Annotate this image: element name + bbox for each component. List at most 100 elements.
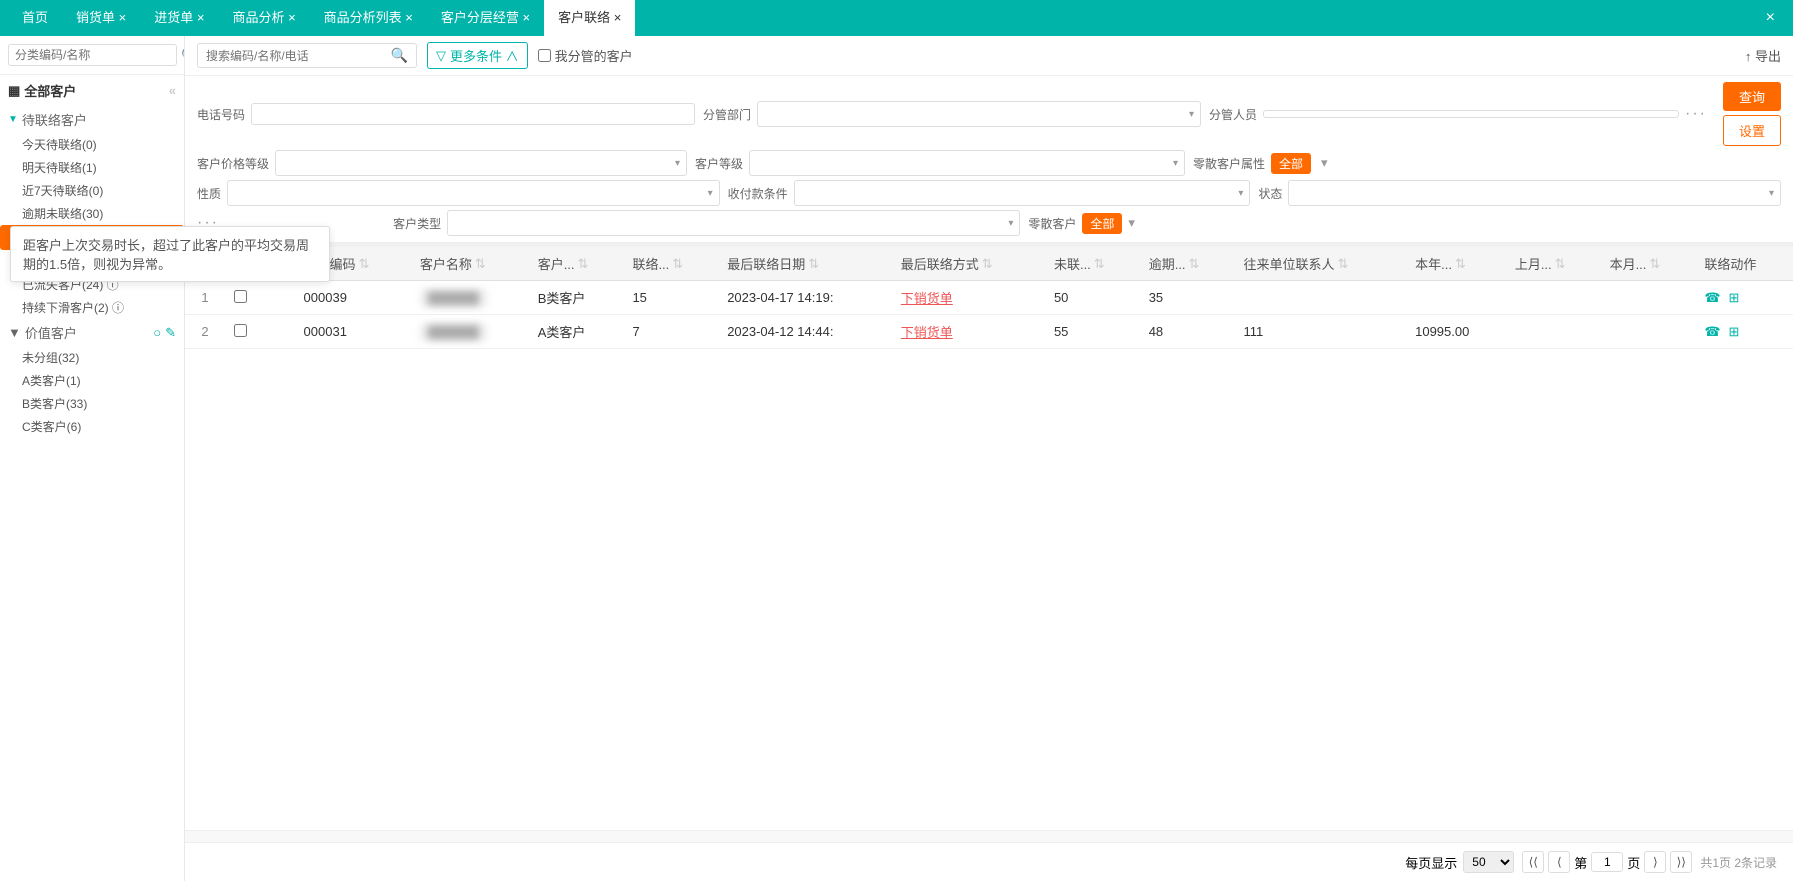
more-icon-1[interactable]: ⊞: [1729, 290, 1740, 306]
method-link-1[interactable]: 下销货单: [901, 291, 953, 306]
sidebar-group-pending[interactable]: ▼ 待联络客户: [0, 106, 184, 133]
filter-dept-select[interactable]: ▾: [757, 101, 1201, 127]
filter-phone-input[interactable]: [251, 103, 695, 125]
filter-person-input[interactable]: [1263, 110, 1679, 118]
scatter-attr-all[interactable]: 全部: [1271, 153, 1311, 174]
method-link-2[interactable]: 下销货单: [901, 325, 953, 340]
sort-icon-7: ⇅: [1094, 256, 1105, 272]
page-number-input[interactable]: [1591, 852, 1623, 872]
sidebar-item-class-b[interactable]: B类客户(33): [0, 392, 184, 415]
filter-nature-label: 性质: [197, 185, 221, 202]
row-unreached-2: 55: [1046, 315, 1141, 349]
query-button[interactable]: 查询: [1723, 82, 1781, 111]
row-contact-2: 7: [624, 315, 719, 349]
scatter-cust-all[interactable]: 全部: [1082, 213, 1122, 234]
my-customer-checkbox[interactable]: [538, 49, 551, 62]
sidebar-item-ungrouped[interactable]: 未分组(32): [0, 346, 184, 369]
sidebar-item-today[interactable]: 今天待联络(0): [0, 133, 184, 156]
nav-product-analysis[interactable]: 商品分析 ×: [218, 0, 309, 36]
nav-product-list[interactable]: 商品分析列表 ×: [310, 0, 427, 36]
edit-icon[interactable]: ✎: [165, 325, 176, 341]
row-type-2: A类客户: [530, 315, 625, 349]
filter-dots[interactable]: ···: [1685, 105, 1707, 123]
row-checkbox-2[interactable]: [234, 324, 247, 337]
sidebar-item-declining[interactable]: 持续下滑客户(2) ⓘ: [0, 296, 184, 319]
table-row: 1 000039 ██████ B类客户 15 2023-04-17 14:19…: [185, 281, 1793, 315]
sidebar-item-tomorrow[interactable]: 明天待联络(1): [0, 156, 184, 179]
next-page-button[interactable]: ⟩: [1644, 851, 1666, 873]
th-overdue[interactable]: 逾期...⇅: [1141, 247, 1236, 281]
contact-icon-2[interactable]: ☎: [1704, 324, 1720, 340]
row-overdue-2: 48: [1141, 315, 1236, 349]
th-contact[interactable]: 联络...⇅: [624, 247, 719, 281]
action-buttons: 查询 设置: [1723, 82, 1781, 146]
th-type[interactable]: 客户...⇅: [530, 247, 625, 281]
search-input[interactable]: [206, 49, 391, 63]
prev-page-button[interactable]: ⟨: [1548, 851, 1570, 873]
first-page-button[interactable]: ⟨⟨: [1522, 851, 1544, 873]
sort-icon-5: ⇅: [808, 256, 819, 272]
th-this-year[interactable]: 本年...⇅: [1407, 247, 1507, 281]
last-page-button[interactable]: ⟩⟩: [1670, 851, 1692, 873]
th-action: 联络动作: [1696, 247, 1793, 281]
contact-icon-1[interactable]: ☎: [1704, 290, 1720, 306]
row-last-month-2: [1507, 315, 1602, 349]
my-customer-checkbox-wrap: 我分管的客户: [538, 46, 633, 65]
sort-icon-8: ⇅: [1189, 256, 1200, 272]
scatter-cust-chevron: ▾: [1128, 215, 1135, 231]
sidebar-item-class-a[interactable]: A类客户(1): [0, 369, 184, 392]
filter-row-3: 性质 ▾ 收付款条件 ▾ 状态 ▾: [197, 180, 1781, 206]
nav-purchase[interactable]: 进货单 ×: [140, 0, 218, 36]
filter-customer-type: 客户类型 ▾: [393, 210, 1020, 236]
filter-nature-select[interactable]: ▾: [227, 180, 720, 206]
more-filters-button[interactable]: ▽ 更多条件 ∧: [427, 42, 528, 69]
filter-ctype-select[interactable]: ▾: [447, 210, 1020, 236]
filter-person-label: 分管人员: [1209, 106, 1257, 123]
table-row: 2 000031 ██████ A类客户 7 2023-04-12 14:44:…: [185, 315, 1793, 349]
nav-sales[interactable]: 销货单 ×: [62, 0, 140, 36]
filter-level-label: 客户等级: [695, 155, 743, 172]
triangle-icon-2: ▼: [8, 325, 21, 340]
th-last-date[interactable]: 最后联络日期⇅: [719, 247, 893, 281]
row-actions-1: ☎ ⊞: [1696, 281, 1793, 315]
sidebar-all-customers[interactable]: ▦ 全部客户 «: [0, 75, 184, 106]
th-unreached-label: 未联...: [1054, 254, 1091, 273]
sort-icon: ⇅: [359, 256, 370, 272]
row-checkbox-1[interactable]: [234, 290, 247, 303]
th-unreached[interactable]: 未联...⇅: [1046, 247, 1141, 281]
th-unit-contacts[interactable]: 往来单位联系人⇅: [1235, 247, 1407, 281]
more-icon-2[interactable]: ⊞: [1729, 324, 1740, 340]
th-name[interactable]: 客户名称⇅: [412, 247, 530, 281]
row-code-2: 000031: [296, 315, 412, 349]
filter-price-select[interactable]: ▾: [275, 150, 687, 176]
th-last-method[interactable]: 最后联络方式⇅: [893, 247, 1046, 281]
nav-customer-tier[interactable]: 客户分层经营 ×: [427, 0, 544, 36]
page-navigation: ⟨⟨ ⟨ 第 页 ⟩ ⟩⟩: [1522, 851, 1692, 873]
circle-icon[interactable]: ○: [153, 325, 161, 341]
chevron-icon-5: ▾: [1769, 188, 1774, 199]
data-table: ⚙ 客户编码⇅ 客户名称⇅ 客户...⇅ 联络...⇅: [185, 247, 1793, 349]
window-close-button[interactable]: ×: [1756, 9, 1785, 27]
search-icon[interactable]: 🔍: [391, 47, 408, 64]
settings-button[interactable]: 设置: [1723, 115, 1781, 146]
horizontal-scrollbar[interactable]: [185, 830, 1793, 842]
export-button[interactable]: ↑ 导出: [1745, 46, 1781, 65]
sidebar-item-class-c[interactable]: C类客户(6): [0, 415, 184, 438]
sidebar-search-input[interactable]: [8, 44, 177, 66]
filter-status-select[interactable]: ▾: [1288, 180, 1781, 206]
th-this-month[interactable]: 本月...⇅: [1602, 247, 1697, 281]
sidebar-item-overdue[interactable]: 逾期未联络(30): [0, 202, 184, 225]
nav-customer-contact[interactable]: 客户联络 ×: [544, 0, 635, 36]
filter-phone-label: 电话号码: [197, 106, 245, 123]
sidebar-item-7days[interactable]: 近7天待联络(0): [0, 179, 184, 202]
th-last-month-label: 上月...: [1515, 254, 1552, 273]
sidebar-group-value[interactable]: ▼ 价值客户 ○ ✎: [0, 319, 184, 346]
row-last-date-1: 2023-04-17 14:19:: [719, 281, 893, 315]
sort-icon-9: ⇅: [1337, 256, 1348, 272]
filter-level-select[interactable]: ▾: [749, 150, 1185, 176]
th-last-month[interactable]: 上月...⇅: [1507, 247, 1602, 281]
filter-payment-select[interactable]: ▾: [794, 180, 1251, 206]
nav-home[interactable]: 首页: [8, 0, 62, 36]
sort-icon-2: ⇅: [475, 256, 486, 272]
per-page-select[interactable]: 10 20 50 100: [1463, 851, 1514, 873]
